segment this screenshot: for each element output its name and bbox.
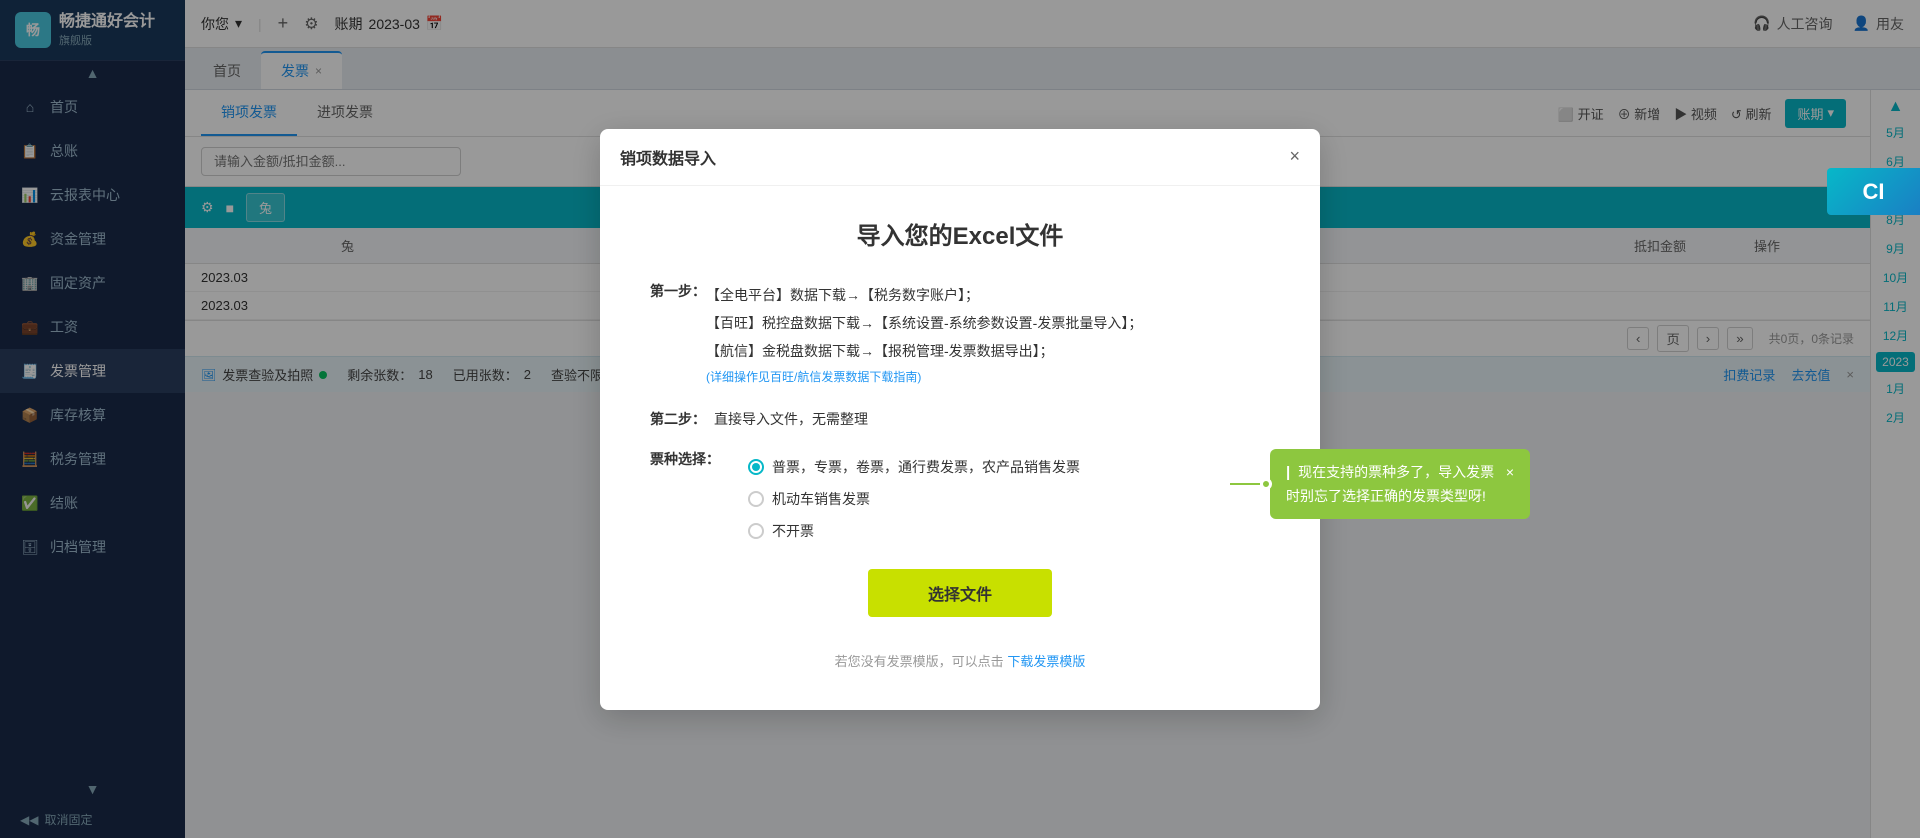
tooltip-dot: [1260, 478, 1272, 490]
dialog-header: 销项数据导入 ×: [600, 129, 1320, 186]
tooltip-text: 现在支持的票种多了，导入发票时别忘了选择正确的发票类型呀!: [1286, 464, 1494, 504]
radio-circle-3: [748, 523, 764, 539]
step1-label: 第一步：: [650, 281, 706, 389]
radio-label-3: 不开票: [772, 521, 814, 541]
dialog-step2: 第二步： 直接导入文件，无需整理: [650, 409, 1270, 429]
radio-circle-1: [748, 459, 764, 475]
select-file-button[interactable]: 选择文件: [868, 569, 1052, 617]
radio-option-1[interactable]: 普票，专票，卷票，通行费发票，农产品销售发票: [748, 457, 1080, 477]
radio-label-2: 机动车销售发票: [772, 489, 870, 509]
step2-text: 直接导入文件，无需整理: [714, 409, 868, 429]
step1-line1: 【全电平台】数据下载→【税务数字账户】；: [706, 281, 1142, 309]
tooltip-close-button[interactable]: ×: [1506, 461, 1514, 483]
modal-overlay: 销项数据导入 × 导入您的Excel文件 第一步： 【全电平台】数据下载→【税务…: [0, 0, 1920, 838]
dialog-title: 销项数据导入: [620, 145, 716, 169]
step1-guide-link[interactable]: (详细操作见百旺/航信发票数据下载指南): [706, 365, 1142, 389]
radio-group: 普票，专票，卷票，通行费发票，农产品销售发票 机动车销售发票 不开票: [728, 457, 1080, 541]
dialog-body: 导入您的Excel文件 第一步： 【全电平台】数据下载→【税务数字账户】； 【百…: [600, 186, 1320, 710]
dialog-step1: 第一步： 【全电平台】数据下载→【税务数字账户】； 【百旺】税控盘数据下载→【系…: [650, 281, 1270, 389]
ticket-options: 票种选择： 普票，专票，卷票，通行费发票，农产品销售发票 机动车销售: [650, 449, 1270, 541]
radio-option-3[interactable]: 不开票: [748, 521, 1080, 541]
dialog-footer: 若您没有发票模版，可以点击 下载发票模版: [650, 641, 1270, 690]
tooltip-line: [1230, 483, 1260, 485]
download-template-link[interactable]: 下载发票模版: [1007, 654, 1085, 669]
radio-option-2[interactable]: 机动车销售发票: [748, 489, 1080, 509]
dialog-main-title: 导入您的Excel文件: [650, 216, 1270, 251]
ticket-label: 票种选择：: [650, 449, 720, 469]
radio-circle-2: [748, 491, 764, 507]
radio-label-1: 普票，专票，卷票，通行费发票，农产品销售发票: [772, 457, 1080, 477]
import-dialog: 销项数据导入 × 导入您的Excel文件 第一步： 【全电平台】数据下载→【税务…: [600, 129, 1320, 710]
step1-line2: 【百旺】税控盘数据下载→【系统设置-系统参数设置-发票批量导入】；: [706, 309, 1142, 337]
step2-label: 第二步：: [650, 409, 706, 429]
ci-badge[interactable]: CI: [1827, 168, 1920, 215]
tooltip-bubble: × | 现在支持的票种多了，导入发票时别忘了选择正确的发票类型呀!: [1270, 449, 1530, 519]
radio-dot-1: [752, 463, 760, 471]
step1-line3: 【航信】金税盘数据下载→【报税管理-发票数据导出】；: [706, 337, 1142, 365]
dialog-close-button[interactable]: ×: [1289, 146, 1300, 167]
